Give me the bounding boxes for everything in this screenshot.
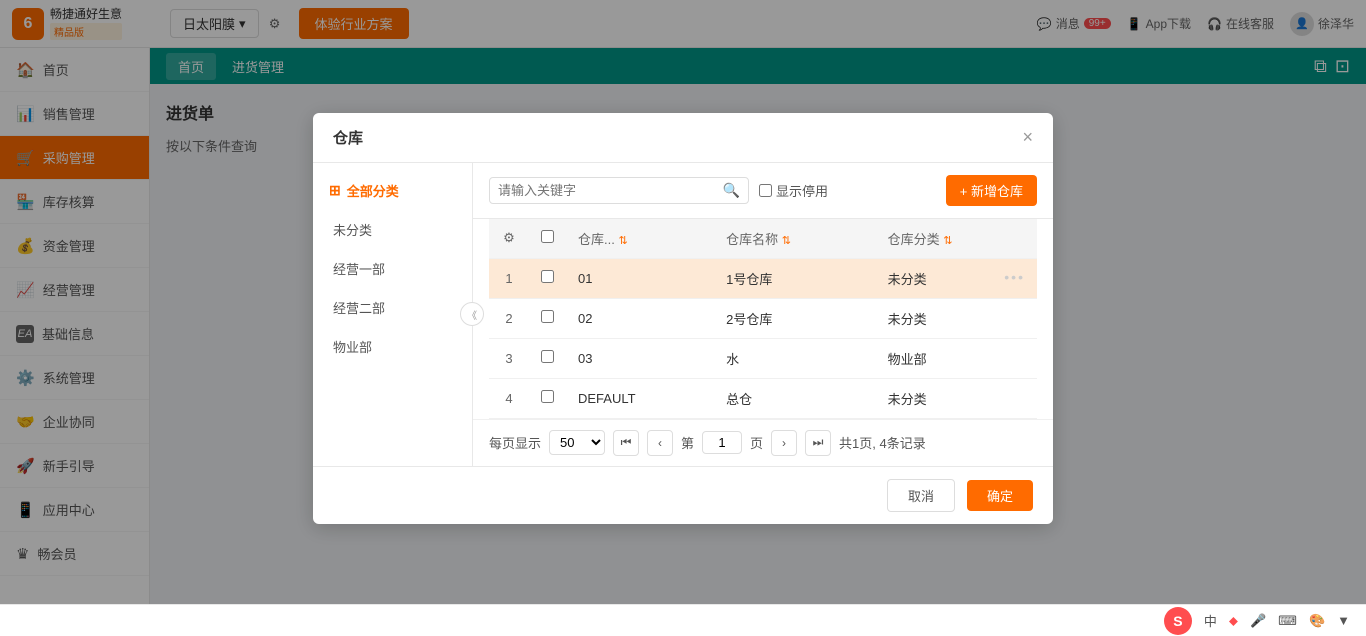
row-num: 1 (489, 258, 529, 298)
show-disabled-label: 显示停用 (776, 181, 828, 200)
col-header-code[interactable]: 仓库... ⇅ (566, 219, 714, 259)
col-code-label: 仓库... (578, 232, 615, 247)
modal-sidebar: ⊞ 全部分类 未分类 经营一部 经营二部 物业部 《 (313, 163, 473, 466)
table-row[interactable]: 3 03 水 物业部 (489, 338, 1037, 378)
row-name: 总仓 (714, 378, 875, 418)
table-row[interactable]: 2 02 2号仓库 未分类 (489, 298, 1037, 338)
page-prev-button[interactable]: ‹ (647, 430, 673, 456)
modal-close-button[interactable]: × (1022, 127, 1033, 148)
col-header-name[interactable]: 仓库名称 ⇅ (714, 219, 875, 259)
table-row[interactable]: 4 DEFAULT 总仓 未分类 (489, 378, 1037, 418)
all-categories-label: 全部分类 (347, 181, 399, 200)
sort-icon-code: ⇅ (618, 235, 627, 247)
col-header-actions: ⚙ (489, 219, 529, 259)
row-checkbox[interactable] (541, 310, 554, 323)
row-num: 4 (489, 378, 529, 418)
chinese-input-icon[interactable]: 中 (1204, 611, 1217, 630)
confirm-button[interactable]: 确定 (967, 480, 1033, 511)
modal-sidebar-item-dept2[interactable]: 经营二部 (313, 288, 472, 327)
row-checkbox-cell (529, 298, 566, 338)
bottom-logo: S (1164, 607, 1192, 635)
row-category: 物业部 (876, 338, 1037, 378)
page-last-button[interactable]: ⏭ (805, 430, 831, 456)
modal-table-wrap: ⚙ 仓库... ⇅ 仓库名称 ⇅ (473, 219, 1053, 419)
modal-title: 仓库 (333, 127, 363, 148)
page-next-button[interactable]: › (771, 430, 797, 456)
search-icon: 🔍 (723, 182, 740, 199)
keyboard-icon[interactable]: ⌨ (1278, 613, 1297, 629)
row-checkbox-cell (529, 258, 566, 298)
page-label: 第 (681, 433, 694, 452)
page-suffix: 页 (750, 433, 763, 452)
mic-icon[interactable]: 🎤 (1250, 613, 1266, 629)
cancel-button[interactable]: 取消 (887, 479, 955, 512)
row-checkbox[interactable] (541, 390, 554, 403)
per-page-label: 每页显示 (489, 433, 541, 452)
warehouse-table: ⚙ 仓库... ⇅ 仓库名称 ⇅ (489, 219, 1037, 419)
table-row[interactable]: 1 01 1号仓库 未分类 ••• (489, 258, 1037, 298)
sidebar-collapse-button[interactable]: 《 (460, 302, 484, 326)
grid-icon: ⊞ (329, 182, 341, 199)
row-category: 未分类 (876, 298, 1037, 338)
row-code: 03 (566, 338, 714, 378)
row-num: 3 (489, 338, 529, 378)
modal-pagination: 每页显示 50 10 20 100 ⏮ ‹ 第 页 › ⏭ 共1页, 4条记录 (473, 419, 1053, 466)
modal-toolbar: 🔍 显示停用 + 新增仓库 (473, 163, 1053, 219)
modal-action-footer: 取消 确定 (313, 466, 1053, 524)
modal-header: 仓库 × (313, 113, 1053, 163)
page-first-button[interactable]: ⏮ (613, 430, 639, 456)
modal-main-area: 🔍 显示停用 + 新增仓库 ⚙ (473, 163, 1053, 466)
row-checkbox-cell (529, 378, 566, 418)
row-category: 未分类 ••• (876, 258, 1037, 298)
col-name-label: 仓库名称 (726, 232, 778, 247)
col-category-label: 仓库分类 (888, 232, 940, 247)
row-code: 02 (566, 298, 714, 338)
modal-sidebar-item-uncategorized[interactable]: 未分类 (313, 210, 472, 249)
row-actions-dots[interactable]: ••• (1004, 269, 1025, 285)
bottom-bar: S 中 ⬥ 🎤 ⌨ 🎨 ▼ (0, 604, 1366, 636)
page-number-input[interactable] (702, 431, 742, 454)
sort-icon-category: ⇅ (943, 235, 952, 247)
modal-sidebar-item-property[interactable]: 物业部 (313, 327, 472, 366)
warehouse-modal: 仓库 × ⊞ 全部分类 未分类 经营一部 经营二部 物业部 《 (313, 113, 1053, 524)
dot-icon: ⬥ (1229, 613, 1238, 629)
row-category: 未分类 (876, 378, 1037, 418)
show-disabled-checkbox-label[interactable]: 显示停用 (759, 181, 828, 200)
row-checkbox[interactable] (541, 350, 554, 363)
show-disabled-checkbox[interactable] (759, 184, 772, 197)
row-name: 1号仓库 (714, 258, 875, 298)
row-code: 01 (566, 258, 714, 298)
total-label: 共1页, 4条记录 (839, 433, 926, 452)
modal-all-categories[interactable]: ⊞ 全部分类 (313, 171, 472, 210)
modal-body: ⊞ 全部分类 未分类 经营一部 经营二部 物业部 《 🔍 (313, 163, 1053, 466)
modal-sidebar-item-dept1[interactable]: 经营一部 (313, 249, 472, 288)
add-warehouse-button[interactable]: + 新增仓库 (946, 175, 1037, 206)
palette-icon[interactable]: 🎨 (1309, 613, 1325, 629)
search-box: 🔍 (489, 177, 749, 204)
modal-overlay: 仓库 × ⊞ 全部分类 未分类 经营一部 经营二部 物业部 《 (0, 0, 1366, 636)
col-header-checkbox (529, 219, 566, 259)
row-name: 水 (714, 338, 875, 378)
arrow-down-icon[interactable]: ▼ (1337, 613, 1350, 628)
sort-icon-name: ⇅ (782, 235, 791, 247)
row-name: 2号仓库 (714, 298, 875, 338)
row-checkbox-cell (529, 338, 566, 378)
select-all-checkbox[interactable] (541, 230, 554, 243)
row-checkbox[interactable] (541, 270, 554, 283)
col-header-category[interactable]: 仓库分类 ⇅ (876, 219, 1037, 259)
row-code: DEFAULT (566, 378, 714, 418)
search-input[interactable] (498, 183, 719, 198)
row-num: 2 (489, 298, 529, 338)
per-page-select[interactable]: 50 10 20 100 (549, 430, 605, 455)
